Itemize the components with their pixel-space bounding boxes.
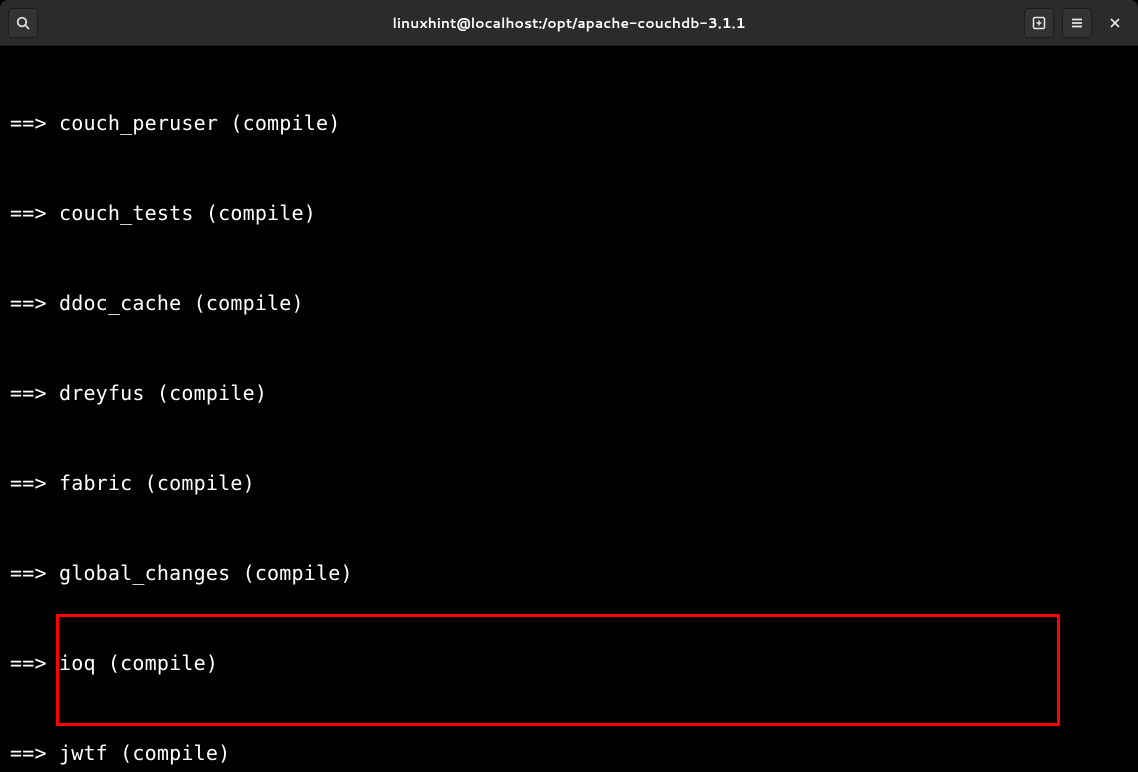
terminal-line: ==> dreyfus (compile) (10, 378, 1128, 408)
terminal-line: ==> couch_tests (compile) (10, 198, 1128, 228)
terminal-body[interactable]: ==> couch_peruser (compile) ==> couch_te… (0, 46, 1138, 772)
search-button[interactable] (8, 8, 38, 38)
close-button[interactable] (1100, 8, 1130, 38)
terminal-line: ==> ddoc_cache (compile) (10, 288, 1128, 318)
terminal-line: ==> jwtf (compile) (10, 738, 1128, 768)
window-title: linuxhint@localhost:/opt/apache-couchdb-… (8, 13, 1130, 33)
terminal-line: ==> ioq (compile) (10, 648, 1128, 678)
terminal-line: ==> couch_peruser (compile) (10, 108, 1128, 138)
search-icon (15, 15, 31, 31)
new-tab-button[interactable] (1024, 8, 1054, 38)
terminal-window: linuxhint@localhost:/opt/apache-couchdb-… (0, 0, 1138, 772)
new-tab-icon (1031, 15, 1047, 31)
menu-button[interactable] (1062, 8, 1092, 38)
hamburger-icon (1069, 15, 1085, 31)
titlebar: linuxhint@localhost:/opt/apache-couchdb-… (0, 0, 1138, 46)
terminal-line: ==> global_changes (compile) (10, 558, 1128, 588)
close-icon (1107, 15, 1123, 31)
terminal-line: ==> fabric (compile) (10, 468, 1128, 498)
